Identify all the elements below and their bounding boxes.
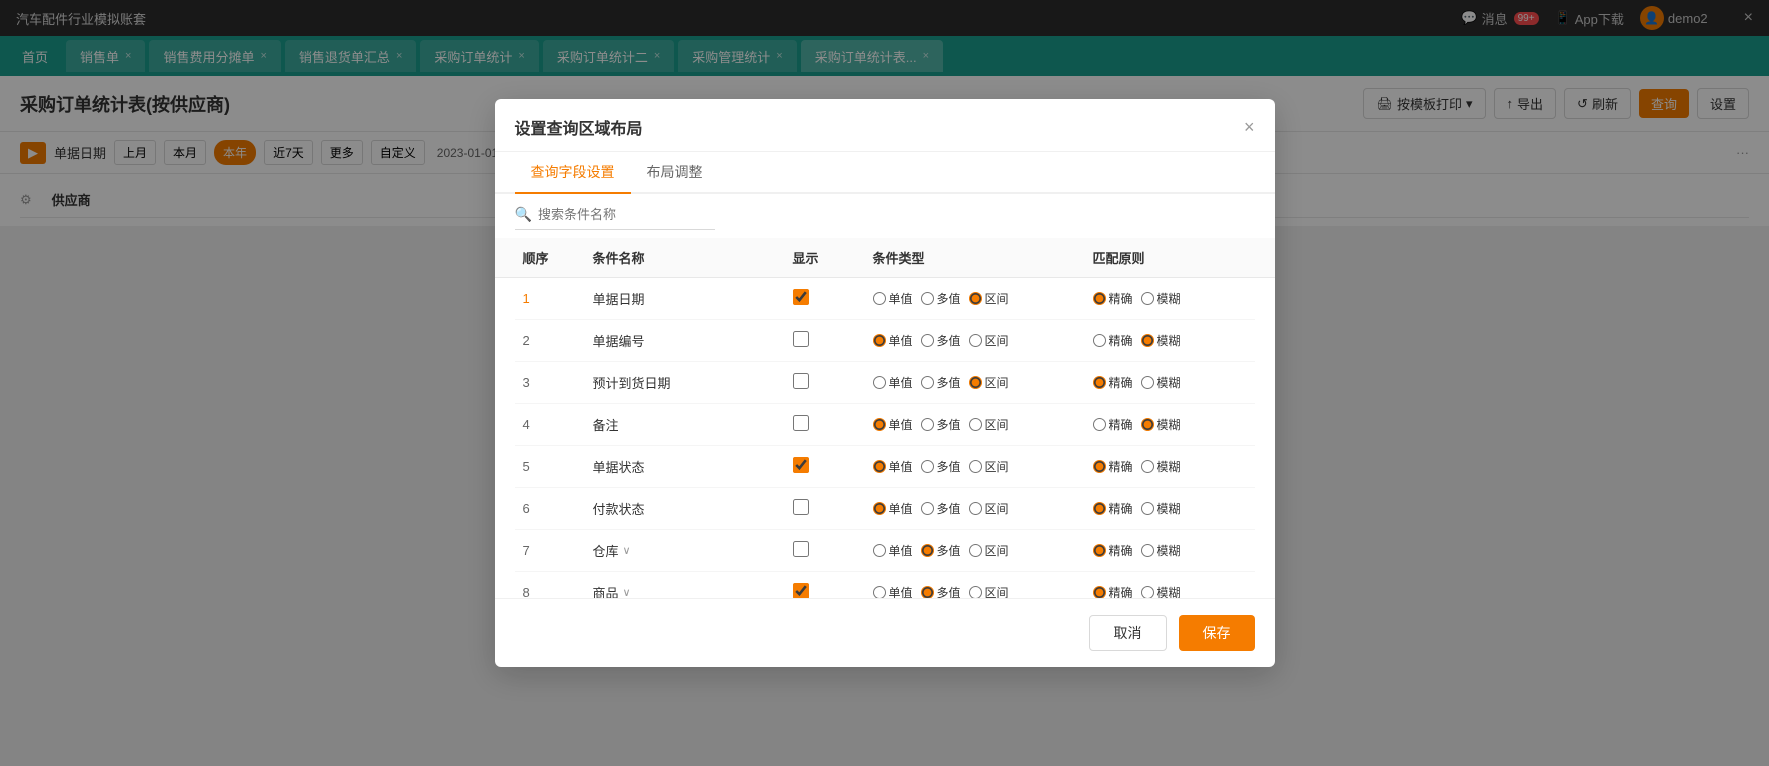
row-match-2: 精确 模糊 <box>1085 324 1275 357</box>
row-match-3: 精确 模糊 <box>1085 366 1275 399</box>
row-display-5[interactable] <box>785 449 865 484</box>
row-name-8: 商品 ∨ <box>585 575 785 598</box>
row-display-8[interactable] <box>785 575 865 598</box>
row-type-3: 单值 多值 区间 <box>865 366 1085 399</box>
th-type: 条件类型 <box>865 238 1085 277</box>
table-row: 6 付款状态 单值 多值 区间 精确 模糊 <box>515 488 1255 530</box>
th-match: 匹配原则 <box>1085 238 1305 277</box>
row-order-8: 8 <box>515 577 585 598</box>
tab-layout[interactable]: 布局调整 <box>631 152 719 194</box>
row-order-6: 6 <box>515 493 585 524</box>
search-wrapper: 🔍 <box>515 206 715 230</box>
row-order-3: 3 <box>515 367 585 398</box>
row-display-7[interactable] <box>785 533 865 568</box>
save-button[interactable]: 保存 <box>1179 615 1255 651</box>
cancel-button[interactable]: 取消 <box>1089 615 1167 651</box>
row-name-3: 预计到货日期 <box>585 365 785 400</box>
th-name: 条件名称 <box>585 238 785 277</box>
modal-title: 设置查询区域布局 <box>515 115 643 139</box>
row-type-8: 单值 多值 区间 <box>865 576 1085 598</box>
row-type-4: 单值 多值 区间 <box>865 408 1085 441</box>
modal-footer: 取消 保存 <box>495 598 1275 667</box>
modal-close-btn[interactable]: × <box>1244 117 1255 138</box>
row-match-6: 精确 模糊 <box>1085 492 1275 525</box>
row-order-1: 1 <box>515 283 585 314</box>
row-name-5: 单据状态 <box>585 449 785 484</box>
row-name-2: 单据编号 <box>585 323 785 358</box>
settings-modal: 设置查询区域布局 × 查询字段设置 布局调整 🔍 顺序 条件名称 显示 条件类型… <box>495 99 1275 667</box>
row-order-5: 5 <box>515 451 585 482</box>
table-head: 顺序 条件名称 显示 条件类型 匹配原则 <box>495 238 1275 278</box>
row-match-1: 精确 模糊 <box>1085 282 1275 315</box>
th-display: 显示 <box>785 238 865 277</box>
row-order-2: 2 <box>515 325 585 356</box>
row-name-4: 备注 <box>585 407 785 442</box>
row-display-1[interactable] <box>785 281 865 316</box>
row-order-7: 7 <box>515 535 585 566</box>
row-display-2[interactable] <box>785 323 865 358</box>
row-match-4: 精确 模糊 <box>1085 408 1275 441</box>
row-display-4[interactable] <box>785 407 865 442</box>
modal-tabs: 查询字段设置 布局调整 <box>495 152 1275 194</box>
tab-query-fields[interactable]: 查询字段设置 <box>515 152 631 194</box>
row-type-5: 单值 多值 区间 <box>865 450 1085 483</box>
table-body: 1 单据日期 单值 多值 区间 精确 模糊 <box>495 278 1275 598</box>
modal-overlay[interactable]: 设置查询区域布局 × 查询字段设置 布局调整 🔍 顺序 条件名称 显示 条件类型… <box>0 0 1769 766</box>
row-match-8: 精确 模糊 <box>1085 576 1275 598</box>
modal-search-area: 🔍 <box>495 194 1275 238</box>
table-row: 5 单据状态 单值 多值 区间 精确 模糊 <box>515 446 1255 488</box>
row-display-6[interactable] <box>785 491 865 526</box>
row-match-7: 精确 模糊 <box>1085 534 1275 567</box>
table-row: 4 备注 单值 多值 区间 精确 模糊 <box>515 404 1255 446</box>
row-type-6: 单值 多值 区间 <box>865 492 1085 525</box>
table-row: 3 预计到货日期 单值 多值 区间 精确 模糊 <box>515 362 1255 404</box>
table-row: 8 商品 ∨ 单值 多值 区间 精确 模糊 <box>515 572 1255 598</box>
table-row: 1 单据日期 单值 多值 区间 精确 模糊 <box>515 278 1255 320</box>
row-name-7: 仓库 ∨ <box>585 533 785 568</box>
row-type-2: 单值 多值 区间 <box>865 324 1085 357</box>
row-type-7: 单值 多值 区间 <box>865 534 1085 567</box>
search-input[interactable] <box>538 207 698 222</box>
table-row: 7 仓库 ∨ 单值 多值 区间 精确 模糊 <box>515 530 1255 572</box>
row-name-6: 付款状态 <box>585 491 785 526</box>
row-type-1: 单值 多值 区间 <box>865 282 1085 315</box>
row-name-1: 单据日期 <box>585 281 785 316</box>
modal-header: 设置查询区域布局 × <box>495 99 1275 152</box>
table-row: 2 单据编号 单值 多值 区间 精确 模糊 <box>515 320 1255 362</box>
th-order: 顺序 <box>515 238 585 277</box>
row-match-5: 精确 模糊 <box>1085 450 1275 483</box>
row-display-3[interactable] <box>785 365 865 400</box>
search-icon: 🔍 <box>515 206 532 223</box>
row-order-4: 4 <box>515 409 585 440</box>
